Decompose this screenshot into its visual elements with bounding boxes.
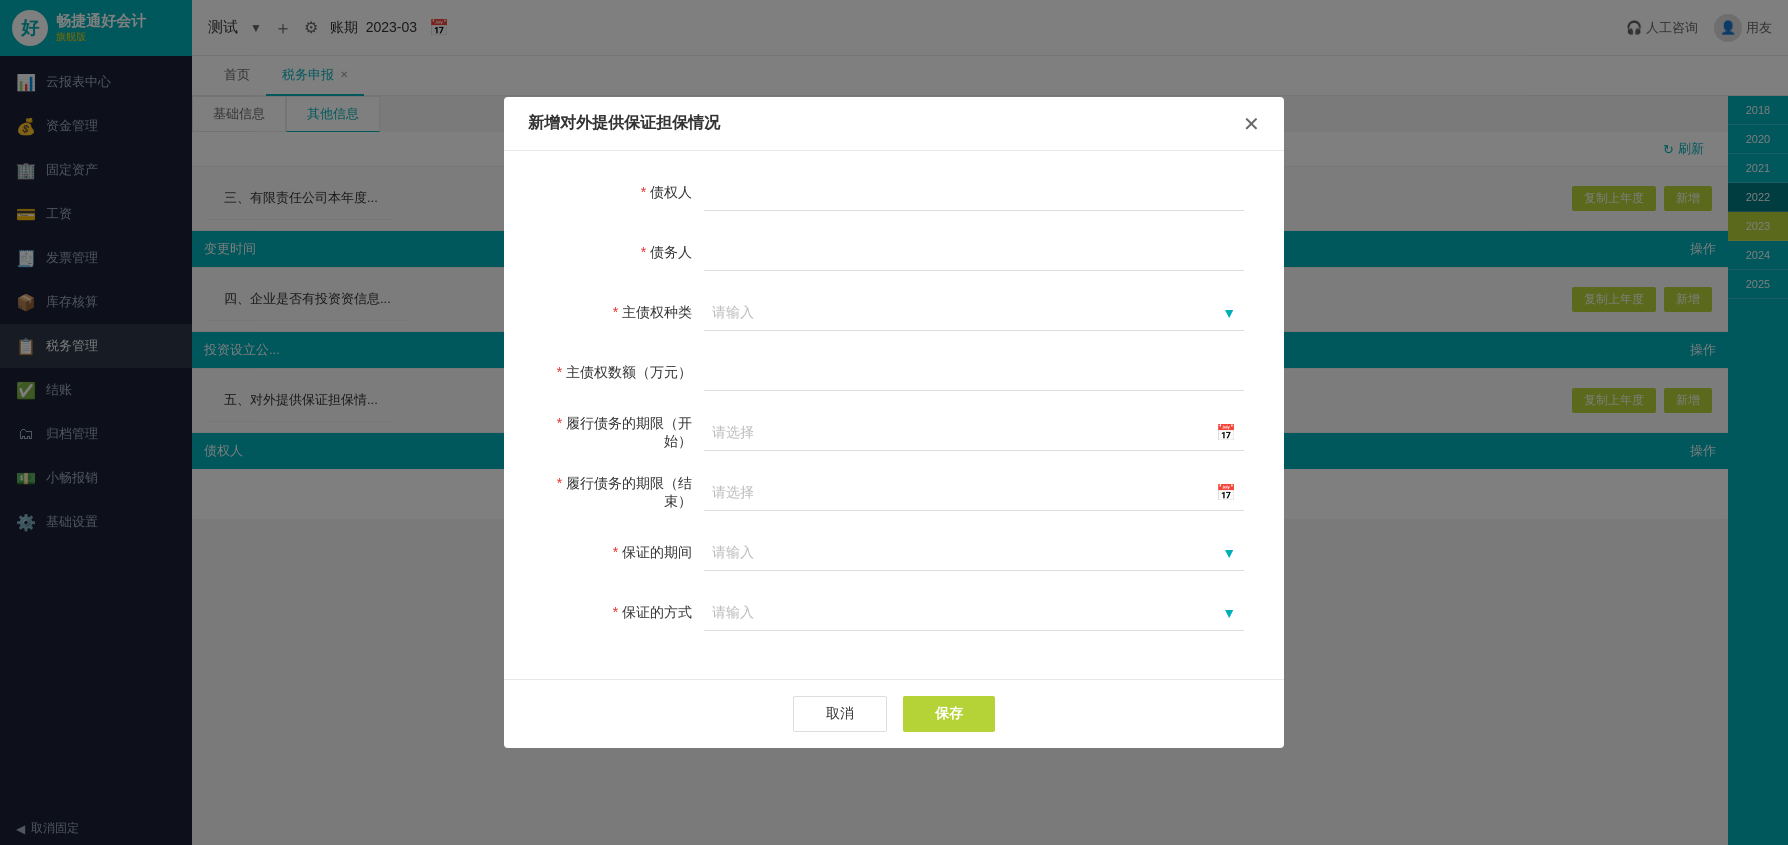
- guarantee-method-placeholder: 请输入: [712, 604, 754, 622]
- form-field-debt-type: * 主债权种类 请输入 ▼: [544, 295, 1244, 331]
- form-field-guarantee-period: * 保证的期间 请输入 ▼: [544, 535, 1244, 571]
- debt-type-select[interactable]: 请输入 ▼: [704, 295, 1244, 331]
- form-label-start-date: * 履行债务的期限（开始）: [544, 415, 704, 451]
- form-label-creditor: * 债权人: [544, 184, 704, 202]
- form-field-end-date: * 履行债务的期限（结束） 请选择 📅: [544, 475, 1244, 511]
- form-label-end-date: * 履行债务的期限（结束）: [544, 475, 704, 511]
- save-button[interactable]: 保存: [903, 696, 995, 732]
- form-field-guarantee-method: * 保证的方式 请输入 ▼: [544, 595, 1244, 631]
- creditor-input[interactable]: [704, 175, 1244, 211]
- guarantee-period-select[interactable]: 请输入 ▼: [704, 535, 1244, 571]
- form-label-debt-type: * 主债权种类: [544, 304, 704, 322]
- dialog: 新增对外提供保证担保情况 ✕ * 债权人 * 债务人: [504, 97, 1284, 748]
- start-date-picker[interactable]: 请选择 📅: [704, 415, 1244, 451]
- cancel-button[interactable]: 取消: [793, 696, 887, 732]
- dialog-title: 新增对外提供保证担保情况: [528, 113, 720, 134]
- dialog-header: 新增对外提供保证担保情况 ✕: [504, 97, 1284, 151]
- start-date-calendar-icon: 📅: [1216, 423, 1236, 442]
- end-date-calendar-icon: 📅: [1216, 483, 1236, 502]
- guarantee-period-chevron-icon: ▼: [1222, 545, 1236, 561]
- dialog-body: * 债权人 * 债务人 * 主债权种类 请输入: [504, 151, 1284, 679]
- form-field-debtor: * 债务人: [544, 235, 1244, 271]
- form-field-start-date: * 履行债务的期限（开始） 请选择 📅: [544, 415, 1244, 451]
- guarantee-period-placeholder: 请输入: [712, 544, 754, 562]
- debt-type-placeholder: 请输入: [712, 304, 754, 322]
- form-field-creditor: * 债权人: [544, 175, 1244, 211]
- form-field-debt-amount: * 主债权数额（万元）: [544, 355, 1244, 391]
- end-date-placeholder: 请选择: [712, 484, 754, 502]
- start-date-placeholder: 请选择: [712, 424, 754, 442]
- guarantee-method-chevron-icon: ▼: [1222, 605, 1236, 621]
- form-label-debt-amount: * 主债权数额（万元）: [544, 364, 704, 382]
- modal-overlay: 新增对外提供保证担保情况 ✕ * 债权人 * 债务人: [0, 0, 1788, 845]
- dialog-close-button[interactable]: ✕: [1243, 114, 1260, 134]
- form-label-guarantee-method: * 保证的方式: [544, 604, 704, 622]
- form-label-debtor: * 债务人: [544, 244, 704, 262]
- debt-amount-input[interactable]: [704, 355, 1244, 391]
- guarantee-method-select[interactable]: 请输入 ▼: [704, 595, 1244, 631]
- dialog-footer: 取消 保存: [504, 679, 1284, 748]
- form-label-guarantee-period: * 保证的期间: [544, 544, 704, 562]
- end-date-picker[interactable]: 请选择 📅: [704, 475, 1244, 511]
- debtor-input[interactable]: [704, 235, 1244, 271]
- debt-type-chevron-icon: ▼: [1222, 305, 1236, 321]
